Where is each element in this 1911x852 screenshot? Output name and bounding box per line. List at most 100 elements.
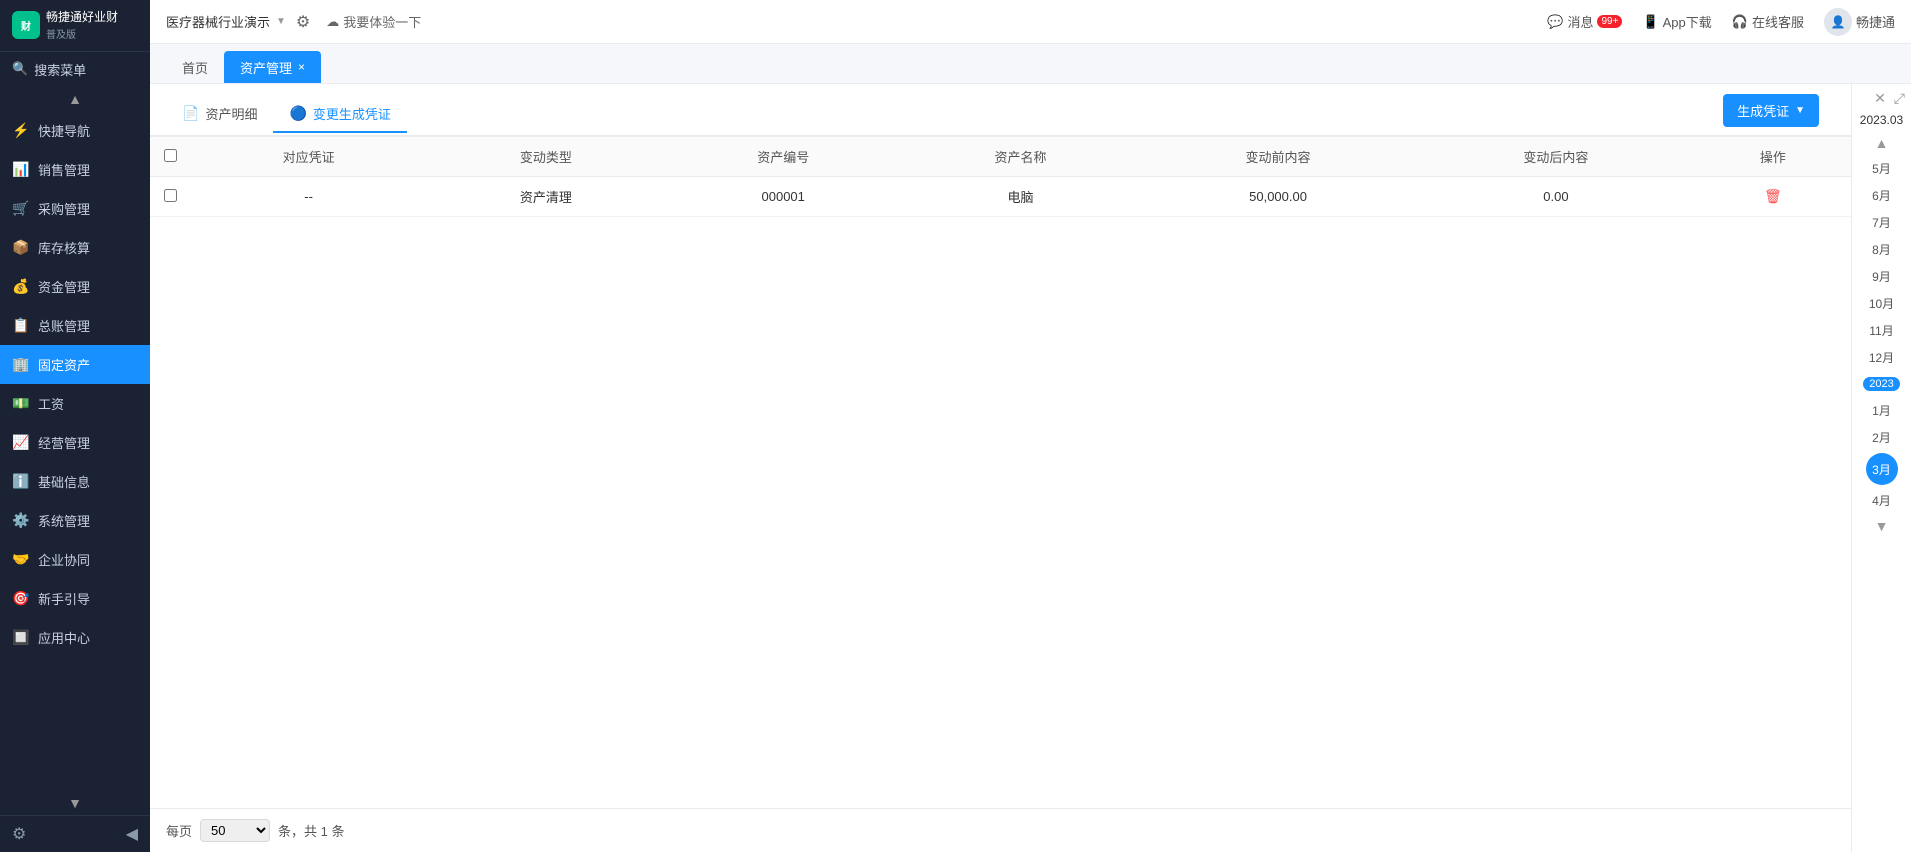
month-item-2[interactable]: 2月 — [1852, 424, 1911, 451]
fixed-assets-icon: 🏢 — [12, 355, 30, 373]
app-center-icon: 🔲 — [12, 628, 30, 646]
panel-expand-icon[interactable]: ⤢ — [1892, 88, 1907, 109]
sidebar-item-fixed-assets[interactable]: 🏢 固定资产 — [0, 345, 150, 384]
row-asset-no: 000001 — [665, 177, 902, 217]
right-panel-header: ✕ ⤢ — [1852, 84, 1911, 109]
month-item-7[interactable]: 7月 — [1852, 209, 1911, 236]
sidebar-scroll-down[interactable]: ▼ — [0, 791, 150, 815]
inventory-icon: 📦 — [12, 238, 30, 256]
experience-label: 我要体验一下 — [343, 12, 421, 31]
sidebar-label-enterprise: 企业协同 — [38, 550, 90, 569]
sidebar-item-purchase[interactable]: 🛒 采购管理 — [0, 189, 150, 228]
month-item-9[interactable]: 9月 — [1852, 263, 1911, 290]
month-item-8[interactable]: 8月 — [1852, 236, 1911, 263]
system-icon: ⚙️ — [12, 511, 30, 529]
month-item-6[interactable]: 6月 — [1852, 182, 1911, 209]
tab-asset-management[interactable]: 资产管理 × — [224, 51, 321, 83]
main-content: 📄 资产明细 🔵 变更生成凭证 生成凭证 ▼ — [150, 84, 1851, 852]
year-2023-badge[interactable]: 2023 — [1863, 377, 1899, 391]
sidebar-label-ledger: 总账管理 — [38, 316, 90, 335]
select-all-checkbox[interactable] — [164, 149, 177, 162]
sidebar-item-ledger[interactable]: 📋 总账管理 — [0, 306, 150, 345]
month-scroll-up[interactable]: ▲ — [1852, 131, 1911, 155]
panel-close-icon[interactable]: ✕ — [1872, 88, 1888, 109]
generate-voucher-label: 生成凭证 — [1737, 101, 1789, 120]
delete-row-icon[interactable]: 🗑 — [1764, 188, 1782, 204]
app-version: 普及版 — [46, 26, 118, 41]
right-panel: ✕ ⤢ 2023.03 ▲ 5月 6月 7月 8月 9月 10月 11月 12月… — [1851, 84, 1911, 852]
sidebar-label-funds: 资金管理 — [38, 277, 90, 296]
sidebar-item-inventory[interactable]: 📦 库存核算 — [0, 228, 150, 267]
sub-tab-change-voucher[interactable]: 🔵 变更生成凭证 — [273, 96, 406, 133]
company-chevron-icon: ▼ — [276, 16, 286, 27]
sidebar-label-inventory: 库存核算 — [38, 238, 90, 257]
company-selector[interactable]: 医疗器械行业演示 ▼ — [166, 12, 286, 31]
sidebar-item-operations[interactable]: 📈 经营管理 — [0, 423, 150, 462]
table-toolbar: 生成凭证 ▼ — [1707, 94, 1835, 135]
sub-tab-change-voucher-label: 变更生成凭证 — [313, 104, 391, 123]
basic-info-icon: ℹ️ — [12, 472, 30, 490]
collapse-sidebar-icon[interactable]: ◀ — [126, 824, 138, 844]
app-download-action[interactable]: 📱 App下载 — [1642, 12, 1711, 31]
year-month-list: 2023.03 ▲ 5月 6月 7月 8月 9月 10月 11月 12月 202… — [1852, 109, 1911, 538]
user-action[interactable]: 👤 畅捷通 — [1824, 8, 1895, 36]
sidebar-label-purchase: 采购管理 — [38, 199, 90, 218]
search-menu[interactable]: 🔍 搜索菜单 — [0, 52, 150, 87]
month-item-11[interactable]: 11月 — [1852, 317, 1911, 344]
sidebar-item-enterprise[interactable]: 🤝 企业协同 — [0, 540, 150, 579]
sidebar-item-guide[interactable]: 🎯 新手引导 — [0, 579, 150, 618]
customer-service-action[interactable]: 🎧 在线客服 — [1732, 12, 1804, 31]
app-download-icon: 📱 — [1642, 14, 1658, 30]
logo-icon: 财 — [12, 11, 40, 39]
row-operation: 🗑 — [1695, 177, 1851, 217]
tab-close-icon[interactable]: × — [298, 60, 305, 74]
sidebar-scroll-up[interactable]: ▲ — [0, 87, 150, 111]
month-item-10[interactable]: 10月 — [1852, 290, 1911, 317]
sidebar-item-basic-info[interactable]: ℹ️ 基础信息 — [0, 462, 150, 501]
sidebar-logo: 财 畅捷通好业财 普及版 — [0, 0, 150, 52]
funds-icon: 💰 — [12, 277, 30, 295]
sidebar-item-payroll[interactable]: 💵 工资 — [0, 384, 150, 423]
month-item-4[interactable]: 4月 — [1852, 487, 1911, 514]
page-size-select[interactable]: 10 20 50 100 — [200, 819, 270, 842]
settings-bottom-icon[interactable]: ⚙ — [12, 824, 26, 844]
sidebar: 财 畅捷通好业财 普及版 🔍 搜索菜单 ▲ ⚡ 快捷导航 📊 销售管理 🛒 采购… — [0, 0, 150, 852]
col-before-change: 变动前内容 — [1139, 137, 1417, 177]
company-settings-icon[interactable]: ⚙ — [296, 12, 310, 32]
row-checkbox[interactable] — [164, 189, 177, 202]
change-voucher-icon: 🔵 — [289, 105, 306, 122]
message-action[interactable]: 💬 消息 99+ — [1547, 12, 1622, 31]
sub-tab-asset-detail[interactable]: 📄 资产明细 — [166, 96, 273, 133]
quick-nav-icon: ⚡ — [12, 121, 30, 139]
month-item-3-active[interactable]: 3月 — [1866, 453, 1898, 485]
tab-asset-management-label: 资产管理 — [240, 58, 292, 77]
month-scroll-down[interactable]: ▼ — [1852, 514, 1911, 538]
table-header-row: 对应凭证 变动类型 资产编号 资产名称 变动前内容 变动后内容 操作 — [150, 137, 1851, 177]
table-row: -- 资产清理 000001 电脑 50,000.00 0.00 🗑 — [150, 177, 1851, 217]
sidebar-label-payroll: 工资 — [38, 394, 64, 413]
app-name: 畅捷通好业财 — [46, 10, 118, 26]
tab-bar: 首页 资产管理 × — [150, 44, 1911, 84]
col-asset-name: 资产名称 — [902, 137, 1139, 177]
experience-button[interactable]: ☁ 我要体验一下 — [326, 12, 421, 31]
pagination-bar: 每页 10 20 50 100 条，共 1 条 — [150, 808, 1851, 852]
generate-voucher-button[interactable]: 生成凭证 ▼ — [1723, 94, 1819, 127]
page-size-prefix-label: 每页 — [166, 821, 192, 840]
sidebar-item-system[interactable]: ⚙️ 系统管理 — [0, 501, 150, 540]
avatar: 👤 — [1824, 8, 1852, 36]
logo-text-block: 畅捷通好业财 普及版 — [46, 10, 118, 41]
total-label: 条，共 1 条 — [278, 821, 344, 840]
company-name: 医疗器械行业演示 — [166, 12, 270, 31]
tab-home[interactable]: 首页 — [166, 51, 224, 83]
row-change-type: 资产清理 — [427, 177, 664, 217]
sidebar-item-app-center[interactable]: 🔲 应用中心 — [0, 618, 150, 657]
month-item-5[interactable]: 5月 — [1852, 155, 1911, 182]
sidebar-item-quick-nav[interactable]: ⚡ 快捷导航 — [0, 111, 150, 150]
guide-icon: 🎯 — [12, 589, 30, 607]
month-item-1[interactable]: 1月 — [1852, 397, 1911, 424]
sidebar-item-sales[interactable]: 📊 销售管理 — [0, 150, 150, 189]
sidebar-item-funds[interactable]: 💰 资金管理 — [0, 267, 150, 306]
sub-tabs: 📄 资产明细 🔵 变更生成凭证 生成凭证 ▼ — [150, 84, 1851, 136]
row-asset-name: 电脑 — [902, 177, 1139, 217]
month-item-12[interactable]: 12月 — [1852, 344, 1911, 371]
